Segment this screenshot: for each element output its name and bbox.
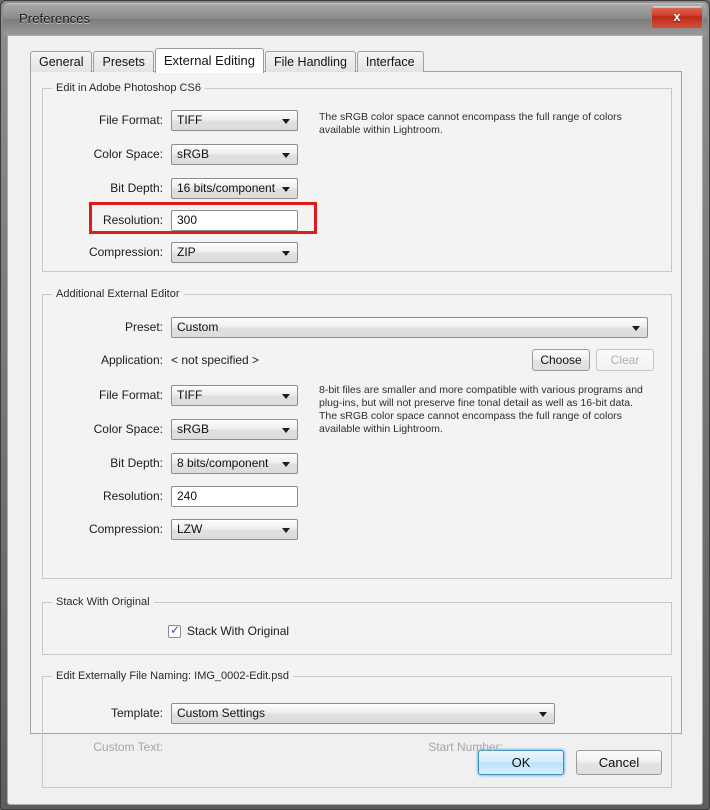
file-naming-group: Edit Externally File Naming: IMG_0002-Ed… [42,670,672,788]
ps-color-space-combo[interactable]: sRGB [171,144,298,165]
preset-combo[interactable]: Custom [171,317,648,338]
tab-strip: General Presets External Editing File Ha… [30,48,425,73]
window-title: Preferences [19,11,91,26]
tab-interface[interactable]: Interface [356,51,424,72]
photoshop-group: Edit in Adobe Photoshop CS6 File Format:… [42,82,672,272]
tab-presets[interactable]: Presets [93,51,154,72]
chevron-down-icon [282,251,290,256]
application-label: Application: [100,353,163,367]
ps-resolution-label: Resolution: [102,213,163,227]
choose-button-label: Choose [540,353,582,367]
close-x-glyph: x [673,9,681,24]
custom-text-label: Custom Text: [93,740,163,754]
additional-editor-group-title: Additional External Editor [52,288,184,300]
ps-file-format-value: TIFF [177,113,203,127]
template-value: Custom Settings [177,706,266,720]
template-combo[interactable]: Custom Settings [171,703,555,724]
tab-external-editing[interactable]: External Editing [154,48,264,73]
chevron-down-icon [282,153,290,158]
choose-button[interactable]: Choose [532,349,590,371]
tab-general[interactable]: General [30,51,93,72]
external-editing-panel: Edit in Adobe Photoshop CS6 File Format:… [30,71,682,788]
ps-compression-label: Compression: [88,245,163,259]
ext-file-format-value: TIFF [177,388,203,402]
ps-color-space-value: sRGB [177,147,210,161]
photoshop-group-title: Edit in Adobe Photoshop CS6 [52,82,205,94]
ext-bit-depth-combo[interactable]: 8 bits/component [171,453,298,474]
ps-resolution-value: 300 [177,213,198,227]
ext-color-space-label: Color Space: [93,422,163,436]
chevron-down-icon [282,119,290,124]
additional-editor-group: Additional External Editor Preset: Custo… [42,288,672,579]
photoshop-description: The sRGB color space cannot encompass th… [319,111,622,136]
preset-value: Custom [177,320,219,334]
application-value: < not specified > [171,353,260,367]
stack-with-original-checkbox-label[interactable]: Stack With Original [187,624,289,638]
chevron-down-icon [282,462,290,467]
ext-resolution-input[interactable]: 240 [171,486,298,507]
ps-color-space-label: Color Space: [93,147,163,161]
file-naming-group-title: Edit Externally File Naming: IMG_0002-Ed… [52,670,293,682]
preferences-window: Preferences x General Presets External E… [0,0,710,810]
ps-file-format-combo[interactable]: TIFF [171,110,298,131]
ext-bit-depth-value: 8 bits/component [177,456,269,470]
start-number-label: Start Number: [428,740,503,754]
ps-compression-value: ZIP [177,245,196,259]
stack-group-title: Stack With Original [52,596,154,608]
checkmark-icon: ✓ [170,623,181,637]
chevron-down-icon [282,528,290,533]
clear-button-label: Clear [610,353,640,367]
close-icon[interactable]: x [651,6,703,29]
template-label: Template: [110,706,163,720]
ext-compression-combo[interactable]: LZW [171,519,298,540]
ext-compression-value: LZW [177,522,203,536]
ext-color-space-value: sRGB [177,422,210,436]
ext-file-format-label: File Format: [98,388,163,402]
ps-resolution-input[interactable]: 300 [171,210,298,231]
ext-resolution-label: Resolution: [102,489,163,503]
title-bar: Preferences x [3,3,707,35]
ps-file-format-label: File Format: [98,113,163,127]
ext-resolution-value: 240 [177,489,198,503]
ps-bit-depth-value: 16 bits/component [177,181,276,195]
chevron-down-icon [282,187,290,192]
stack-with-original-group: Stack With Original ✓ Stack With Origina… [42,596,672,655]
additional-editor-description: 8-bit files are smaller and more compati… [319,384,643,435]
chevron-down-icon [282,394,290,399]
stack-with-original-checkbox[interactable]: ✓ [168,623,181,638]
ext-file-format-combo[interactable]: TIFF [171,385,298,406]
ps-bit-depth-combo[interactable]: 16 bits/component [171,178,298,199]
dialog-body: General Presets External Editing File Ha… [7,35,703,805]
ext-color-space-combo[interactable]: sRGB [171,419,298,440]
ps-bit-depth-label: Bit Depth: [110,181,163,195]
chevron-down-icon [632,326,640,331]
ext-bit-depth-label: Bit Depth: [110,456,163,470]
preset-label: Preset: [124,320,163,334]
chevron-down-icon [282,428,290,433]
chevron-down-icon [539,712,547,717]
ext-compression-label: Compression: [88,522,163,536]
tab-file-handling[interactable]: File Handling [264,51,356,72]
ps-compression-combo[interactable]: ZIP [171,242,298,263]
clear-button[interactable]: Clear [596,349,654,371]
